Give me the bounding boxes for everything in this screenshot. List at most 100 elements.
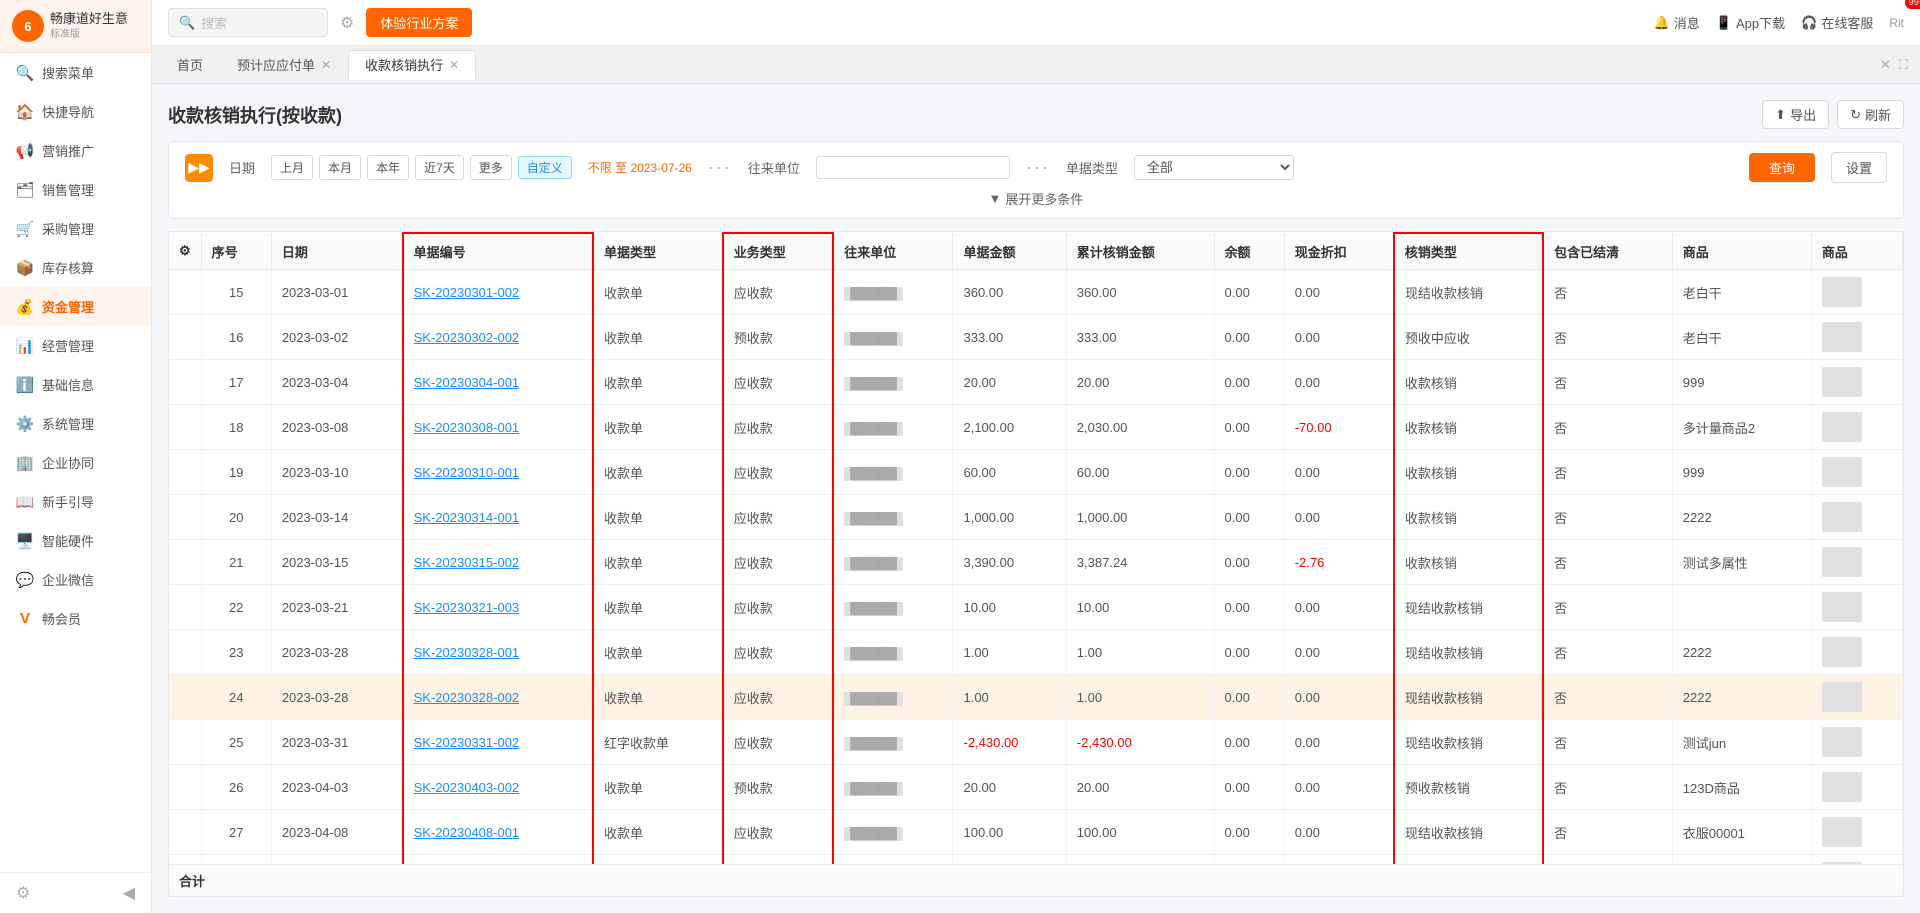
app-download-label: App下载 — [1736, 13, 1785, 32]
td-voucher-no[interactable]: SK-20230310-001 — [403, 450, 593, 495]
td-include-settled: 否 — [1543, 765, 1672, 810]
close-window-icon[interactable]: ✕ — [1880, 57, 1891, 73]
th-cum-amount[interactable]: 累计核销金额 — [1066, 233, 1214, 270]
table-row[interactable]: 25 2023-03-31 SK-20230331-002 红字收款单 应收款 … — [169, 720, 1903, 765]
td-voucher-no[interactable]: SK-20230301-002 — [403, 270, 593, 315]
th-partner[interactable]: 往来单位 — [833, 233, 953, 270]
settings-footer-icon[interactable]: ⚙ — [16, 883, 30, 903]
td-voucher-no[interactable]: SK-20230308-001 — [403, 405, 593, 450]
td-voucher-no[interactable]: SK-20230328-001 — [403, 630, 593, 675]
th-amount[interactable]: 单据金额 — [953, 233, 1066, 270]
table-row[interactable]: 23 2023-03-28 SK-20230328-001 收款单 应收款 ██… — [169, 630, 1903, 675]
tab-payable[interactable]: 预计应应付单 ✕ — [220, 50, 348, 80]
th-include-settled[interactable]: 包含已结清 — [1543, 233, 1672, 270]
sidebar-item-search[interactable]: 🔍 搜索菜单 — [0, 53, 151, 92]
table-row[interactable]: 17 2023-03-04 SK-20230304-001 收款单 应收款 ██… — [169, 360, 1903, 405]
th-write-off-type[interactable]: 核销类型 — [1394, 233, 1543, 270]
sidebar-label-guide: 新手引导 — [42, 492, 94, 511]
table-row[interactable]: 18 2023-03-08 SK-20230308-001 收款单 应收款 ██… — [169, 405, 1903, 450]
table-scroll[interactable]: ⚙ 序号 日期 单据编号 单据类型 业务类型 往来单位 单据金额 累计核销金额 … — [169, 232, 1903, 864]
td-voucher-no[interactable]: SK-20230321-003 — [403, 585, 593, 630]
th-balance[interactable]: 余额 — [1214, 233, 1284, 270]
sidebar-item-operations[interactable]: 📊 经营管理 — [0, 326, 151, 365]
table-row[interactable]: 16 2023-03-02 SK-20230302-002 收款单 预收款 ██… — [169, 315, 1903, 360]
table-row[interactable]: 15 2023-03-01 SK-20230301-002 收款单 应收款 ██… — [169, 270, 1903, 315]
sidebar-item-finance[interactable]: 💰 资金管理 — [0, 287, 151, 326]
th-settings[interactable]: ⚙ — [169, 233, 201, 270]
th-cash-discount[interactable]: 现金折扣 — [1284, 233, 1394, 270]
message-action[interactable]: 🔔 消息 99+ — [1654, 13, 1700, 32]
solution-button[interactable]: 体验行业方案 — [366, 8, 472, 37]
td-amount: 60.00 — [953, 450, 1066, 495]
table-row[interactable]: 24 2023-03-28 SK-20230328-002 收款单 应收款 ██… — [169, 675, 1903, 720]
td-cash-discount: -2.76 — [1284, 540, 1394, 585]
tab-home[interactable]: 首页 — [160, 50, 220, 80]
table-row[interactable]: 22 2023-03-21 SK-20230321-003 收款单 应收款 ██… — [169, 585, 1903, 630]
td-date: 2023-04-18 — [271, 855, 402, 865]
app-download-action[interactable]: 📱 App下载 — [1716, 13, 1785, 32]
refresh-button[interactable]: ↻ 刷新 — [1837, 100, 1904, 129]
tab-collection[interactable]: 收款核销执行 ✕ — [348, 50, 476, 80]
th-product2[interactable]: 商品 — [1811, 233, 1902, 270]
td-voucher-type: 收款单 — [593, 405, 723, 450]
td-product: 多计量商品2 — [1672, 405, 1811, 450]
collapse-icon[interactable]: ◀ — [123, 883, 135, 903]
sidebar-item-member[interactable]: V 畅会员 — [0, 599, 151, 638]
table-row[interactable]: 21 2023-03-15 SK-20230315-002 收款单 应收款 ██… — [169, 540, 1903, 585]
sidebar-item-inventory[interactable]: 📦 库存核算 — [0, 248, 151, 287]
sidebar-item-hardware[interactable]: 🖥️ 智能硬件 — [0, 521, 151, 560]
td-voucher-no[interactable]: SK-20230331-002 — [403, 720, 593, 765]
export-button[interactable]: ⬆ 导出 — [1762, 100, 1829, 129]
td-voucher-no[interactable]: SK-20230304-001 — [403, 360, 593, 405]
td-cum-amount: 100.00 — [1066, 855, 1214, 865]
filter-toggle-button[interactable]: ▶▶ — [185, 154, 213, 182]
td-voucher-no[interactable]: SK-20230315-002 — [403, 540, 593, 585]
table-body: 15 2023-03-01 SK-20230301-002 收款单 应收款 ██… — [169, 270, 1903, 865]
table-row[interactable]: 19 2023-03-10 SK-20230310-001 收款单 应收款 ██… — [169, 450, 1903, 495]
online-service-action[interactable]: 🎧 在线客服 — [1801, 13, 1873, 32]
table-row[interactable]: 28 2023-04-18 SK-20230418-001 收款单 应收款 ██… — [169, 855, 1903, 865]
th-voucher-type[interactable]: 单据类型 — [593, 233, 723, 270]
td-write-off-type: 现结收款核销 — [1394, 810, 1543, 855]
th-biz-type[interactable]: 业务类型 — [723, 233, 833, 270]
sidebar-item-sales[interactable]: 🗂 销售管理 — [0, 170, 151, 209]
sidebar-item-basic[interactable]: ℹ️ 基础信息 — [0, 365, 151, 404]
table-row[interactable]: 27 2023-04-08 SK-20230408-001 收款单 应收款 ██… — [169, 810, 1903, 855]
td-cash-discount: 0.00 — [1284, 360, 1394, 405]
gear-icon[interactable]: ⚙ — [340, 13, 354, 33]
tab-payable-close[interactable]: ✕ — [321, 58, 331, 72]
table-row[interactable]: 20 2023-03-14 SK-20230314-001 收款单 应收款 ██… — [169, 495, 1903, 540]
date-custom-tag[interactable]: 自定义 — [518, 156, 572, 179]
date-7days[interactable]: 近7天 — [415, 155, 464, 180]
partner-input[interactable] — [816, 156, 1010, 179]
td-voucher-no[interactable]: SK-20230314-001 — [403, 495, 593, 540]
td-voucher-no[interactable]: SK-20230418-001 — [403, 855, 593, 865]
sidebar-item-guide[interactable]: 📖 新手引导 — [0, 482, 151, 521]
expand-button[interactable]: ▼ 展开更多条件 — [989, 189, 1084, 208]
tab-collection-close[interactable]: ✕ — [449, 58, 459, 72]
sidebar-item-system[interactable]: ⚙️ 系统管理 — [0, 404, 151, 443]
date-last-month[interactable]: 上月 — [271, 155, 313, 180]
date-this-month[interactable]: 本月 — [319, 155, 361, 180]
sidebar-item-wechat[interactable]: 💬 企业微信 — [0, 560, 151, 599]
th-product[interactable]: 商品 — [1672, 233, 1811, 270]
date-more[interactable]: 更多 — [470, 155, 512, 180]
td-voucher-no[interactable]: SK-20230403-002 — [403, 765, 593, 810]
date-this-year[interactable]: 本年 — [367, 155, 409, 180]
maximize-icon[interactable]: ⛶ — [1899, 57, 1908, 73]
td-voucher-no[interactable]: SK-20230408-001 — [403, 810, 593, 855]
topbar-search[interactable]: 🔍 搜索 — [168, 8, 328, 37]
sidebar-item-quicknav[interactable]: 🏠 快捷导航 — [0, 92, 151, 131]
filter-settings-button[interactable]: 设置 — [1831, 152, 1887, 183]
query-button[interactable]: 查询 — [1749, 153, 1815, 182]
sidebar-item-marketing[interactable]: 📢 营销推广 — [0, 131, 151, 170]
sidebar-item-purchase[interactable]: 🛒 采购管理 — [0, 209, 151, 248]
table-row[interactable]: 26 2023-04-03 SK-20230403-002 收款单 预收款 ██… — [169, 765, 1903, 810]
td-voucher-no[interactable]: SK-20230328-002 — [403, 675, 593, 720]
sidebar-label-quicknav: 快捷导航 — [42, 102, 94, 121]
th-voucher-no[interactable]: 单据编号 — [403, 233, 593, 270]
td-voucher-no[interactable]: SK-20230302-002 — [403, 315, 593, 360]
voucher-type-select[interactable]: 全部 收款单 — [1134, 155, 1294, 180]
th-date[interactable]: 日期 — [271, 233, 402, 270]
sidebar-item-enterprise[interactable]: 🏢 企业协同 — [0, 443, 151, 482]
